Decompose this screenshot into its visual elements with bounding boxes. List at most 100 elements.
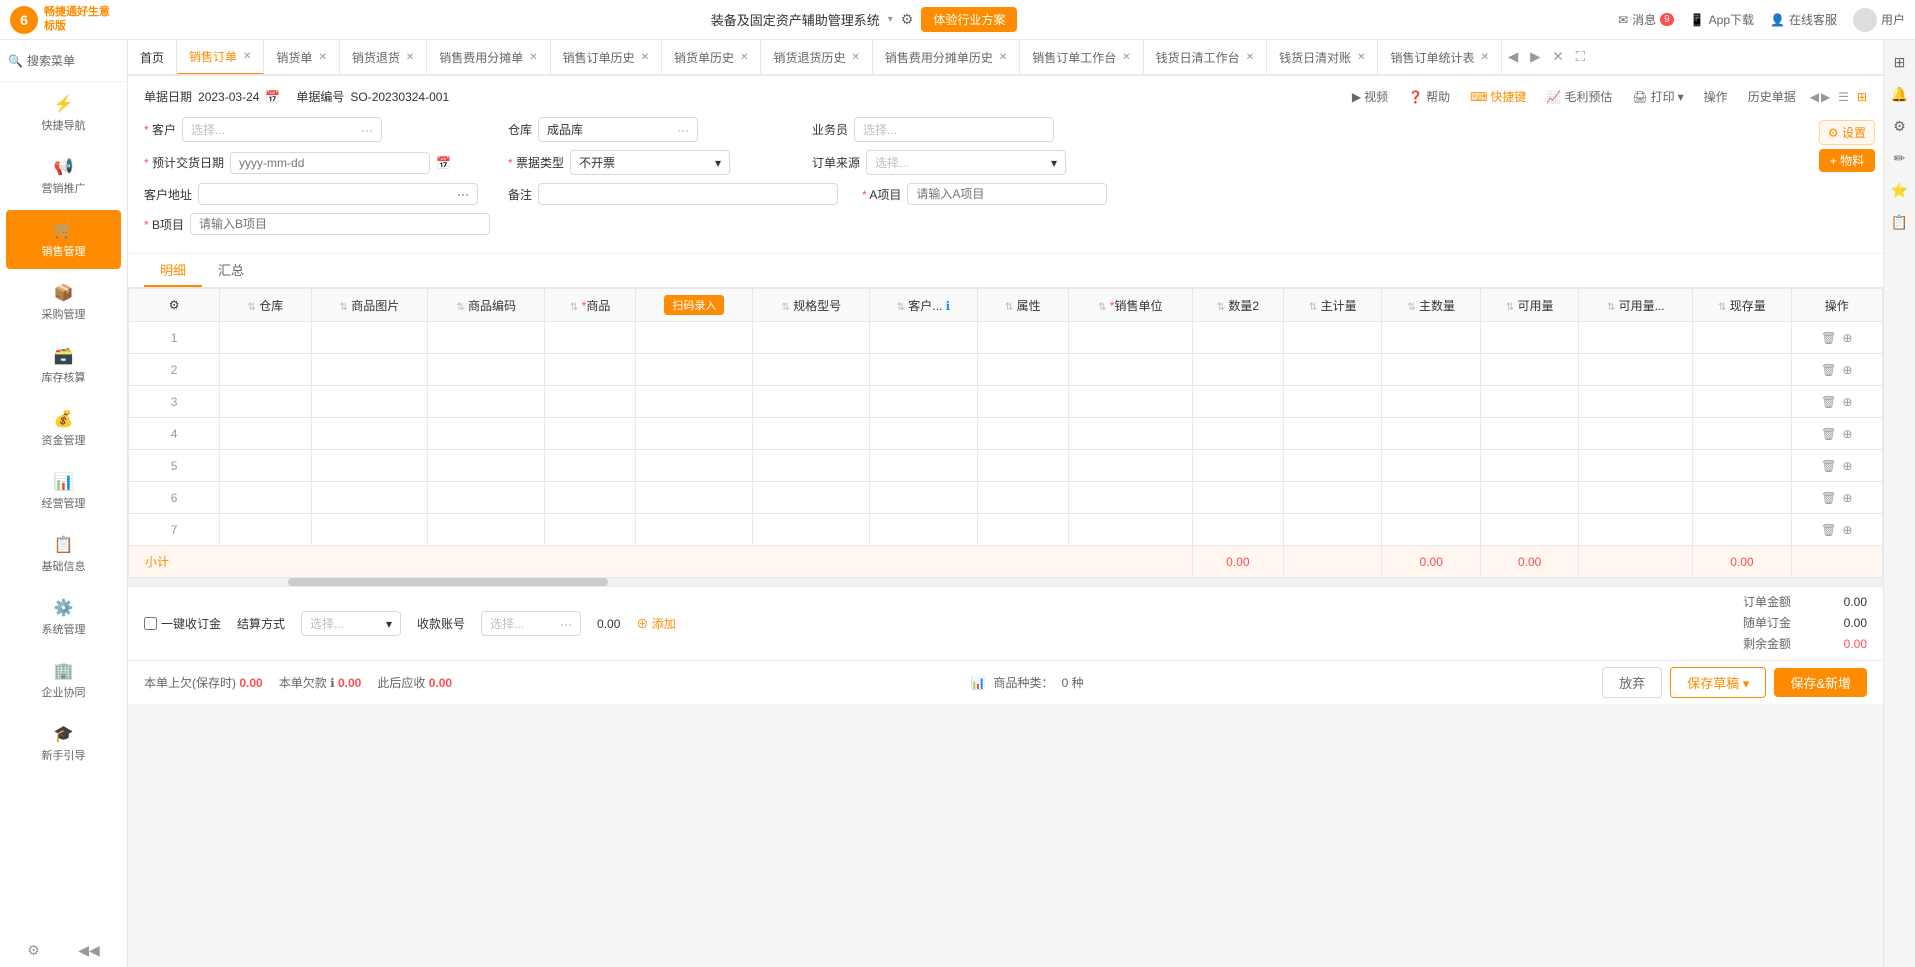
tab-home[interactable]: 首页 bbox=[128, 40, 177, 75]
sidebar-item-sales[interactable]: 🛒 销售管理 bbox=[6, 210, 121, 269]
copy-icon[interactable]: ⊕ bbox=[1842, 491, 1852, 505]
operations-btn[interactable]: 操作 bbox=[1698, 86, 1734, 107]
salesperson-select[interactable]: 选择... bbox=[854, 117, 1054, 142]
app-download-item[interactable]: 📱 App下载 bbox=[1690, 11, 1754, 28]
settings-button[interactable]: ⚙ 设置 bbox=[1819, 120, 1875, 145]
print-btn[interactable]: 🖨 打印 ▾ bbox=[1626, 86, 1689, 107]
copy-icon[interactable]: ⊕ bbox=[1842, 395, 1852, 409]
profit-preview-btn[interactable]: 📈 毛利预估 bbox=[1540, 86, 1618, 107]
b-project-input[interactable] bbox=[190, 213, 490, 235]
scroll-thumb[interactable] bbox=[288, 578, 608, 586]
add-item-button[interactable]: + 物料 bbox=[1819, 149, 1875, 172]
tab-sales-summary[interactable]: 销售订单统计表 ✕ bbox=[1378, 40, 1501, 75]
calendar-icon[interactable]: 📅 bbox=[265, 90, 280, 104]
right-panel-icon-1[interactable]: ⊞ bbox=[1886, 48, 1914, 76]
view-btn[interactable]: ▶ 视频 bbox=[1346, 86, 1394, 107]
tab-prev-button[interactable]: ◀ bbox=[1502, 40, 1524, 75]
a-project-input[interactable] bbox=[907, 183, 1107, 205]
col-settings[interactable]: ⚙ bbox=[129, 289, 220, 322]
delete-icon[interactable]: 🗑 bbox=[1821, 459, 1836, 473]
tab-close-icon[interactable]: ✕ bbox=[1481, 52, 1489, 63]
nav-next-icon[interactable]: ▶ bbox=[1821, 90, 1830, 104]
right-panel-icon-5[interactable]: ⭐ bbox=[1886, 176, 1914, 204]
detail-tab-detail[interactable]: 明细 bbox=[144, 254, 202, 287]
sidebar-item-corp[interactable]: 🏢 企业协同 bbox=[6, 651, 121, 710]
add-item-link[interactable]: ⊕ 添加 bbox=[636, 615, 675, 632]
tab-sales-return-history[interactable]: 销货单历史 ✕ bbox=[662, 40, 761, 75]
tab-close-icon[interactable]: ✕ bbox=[1122, 52, 1130, 63]
copy-icon[interactable]: ⊕ bbox=[1842, 331, 1852, 345]
address-select[interactable]: ··· bbox=[198, 183, 478, 205]
tab-sales-expense-split[interactable]: 销售费用分摊单 ✕ bbox=[427, 40, 550, 75]
delete-icon[interactable]: 🗑 bbox=[1821, 331, 1836, 345]
settlement-select[interactable]: 选择... ▾ bbox=[301, 611, 401, 636]
tab-close-icon[interactable]: ✕ bbox=[243, 51, 251, 62]
tab-sales-refund[interactable]: 销货退货 ✕ bbox=[340, 40, 427, 75]
warehouse-select[interactable]: 成品库 ··· bbox=[538, 117, 698, 142]
one-click-checkbox[interactable]: 一键收订金 bbox=[144, 615, 221, 632]
list-view-icon[interactable]: ☰ bbox=[1838, 90, 1849, 104]
shortcut-btn[interactable]: ⌨ 快捷键 bbox=[1464, 86, 1532, 107]
tab-sales-order[interactable]: 销售订单 ✕ bbox=[177, 40, 264, 75]
sidebar-item-quick-nav[interactable]: ⚡ 快捷导航 bbox=[6, 84, 121, 143]
delivery-date-input[interactable] bbox=[230, 152, 430, 174]
order-source-select[interactable]: 选择... ▾ bbox=[866, 150, 1066, 175]
history-btn[interactable]: 历史单据 bbox=[1742, 86, 1802, 107]
copy-icon[interactable]: ⊕ bbox=[1842, 523, 1852, 537]
sidebar-item-guide[interactable]: 🎓 新手引导 bbox=[6, 714, 121, 773]
tab-close-icon[interactable]: ✕ bbox=[740, 52, 748, 63]
one-click-checkbox-input[interactable] bbox=[144, 617, 157, 630]
system-dropdown-icon[interactable]: ▾ bbox=[888, 14, 893, 25]
tab-sales-workbench[interactable]: 销售订单工作台 ✕ bbox=[1020, 40, 1143, 75]
delete-icon[interactable]: 🗑 bbox=[1821, 523, 1836, 537]
tab-sales-return[interactable]: 销货单 ✕ bbox=[264, 40, 339, 75]
sidebar-item-purchase[interactable]: 📦 采购管理 bbox=[6, 273, 121, 332]
sidebar-item-basic[interactable]: 📋 基础信息 bbox=[6, 525, 121, 584]
tab-close-icon[interactable]: ✕ bbox=[999, 52, 1007, 63]
customer-more-icon[interactable]: ··· bbox=[361, 123, 373, 137]
sidebar-settings-icon[interactable]: ⚙ bbox=[27, 942, 40, 959]
tab-close-icon[interactable]: ✕ bbox=[318, 52, 326, 63]
tab-close-icon[interactable]: ✕ bbox=[641, 52, 649, 63]
settings-icon[interactable]: ⚙ bbox=[901, 11, 914, 28]
right-panel-icon-3[interactable]: ⚙ bbox=[1886, 112, 1914, 140]
tab-sales-order-history[interactable]: 销售订单历史 ✕ bbox=[551, 40, 662, 75]
tab-close-icon[interactable]: ✕ bbox=[529, 52, 537, 63]
help-btn[interactable]: ❓ 帮助 bbox=[1402, 86, 1456, 107]
delete-icon[interactable]: 🗑 bbox=[1821, 491, 1836, 505]
delete-icon[interactable]: 🗑 bbox=[1821, 427, 1836, 441]
calendar2-icon[interactable]: 📅 bbox=[436, 156, 451, 170]
invoice-type-select[interactable]: 不开票 ▾ bbox=[570, 150, 730, 175]
sidebar-collapse-icon[interactable]: ◀◀ bbox=[78, 942, 100, 959]
customer-select[interactable]: 选择... ··· bbox=[182, 117, 382, 142]
copy-icon[interactable]: ⊕ bbox=[1842, 427, 1852, 441]
delete-icon[interactable]: 🗑 bbox=[1821, 363, 1836, 377]
tab-close-icon[interactable]: ✕ bbox=[851, 52, 859, 63]
tab-more-button[interactable]: ✕ bbox=[1546, 40, 1569, 75]
right-panel-icon-6[interactable]: 📋 bbox=[1886, 208, 1914, 236]
online-service-item[interactable]: 👤 在线客服 bbox=[1770, 11, 1837, 28]
tab-close-icon[interactable]: ✕ bbox=[406, 52, 414, 63]
warehouse-more-icon[interactable]: ··· bbox=[677, 123, 689, 137]
tab-close-icon[interactable]: ✕ bbox=[1246, 52, 1254, 63]
copy-icon[interactable]: ⊕ bbox=[1842, 459, 1852, 473]
delete-icon[interactable]: 🗑 bbox=[1821, 395, 1836, 409]
sidebar-search[interactable]: 🔍 搜索菜单 bbox=[0, 40, 127, 82]
detail-tab-summary[interactable]: 汇总 bbox=[202, 254, 260, 287]
tab-sales-expense-history[interactable]: 销售费用分摊单历史 ✕ bbox=[873, 40, 1020, 75]
nav-prev-icon[interactable]: ◀ bbox=[1810, 90, 1819, 104]
solution-button[interactable]: 体验行业方案 bbox=[921, 7, 1017, 32]
tab-next-button[interactable]: ▶ bbox=[1524, 40, 1546, 75]
tab-cash-daily-workbench[interactable]: 钱货日清工作台 ✕ bbox=[1144, 40, 1267, 75]
user-item[interactable]: 用户 bbox=[1853, 8, 1905, 32]
tab-sales-refund-history[interactable]: 销货退货历史 ✕ bbox=[761, 40, 872, 75]
tab-expand-button[interactable]: ⛶ bbox=[1570, 40, 1591, 75]
receipt-more-icon[interactable]: ··· bbox=[560, 617, 572, 631]
sidebar-item-marketing[interactable]: 📢 营销推广 bbox=[6, 147, 121, 206]
tab-close-icon[interactable]: ✕ bbox=[1357, 52, 1365, 63]
notes-input[interactable] bbox=[538, 183, 838, 205]
right-panel-icon-4[interactable]: ✏ bbox=[1886, 144, 1914, 172]
save-draft-button[interactable]: 保存草稿 ▾ bbox=[1670, 667, 1766, 698]
sidebar-item-inventory[interactable]: 🗃️ 库存核算 bbox=[6, 336, 121, 395]
sidebar-item-finance[interactable]: 💰 资金管理 bbox=[6, 399, 121, 458]
